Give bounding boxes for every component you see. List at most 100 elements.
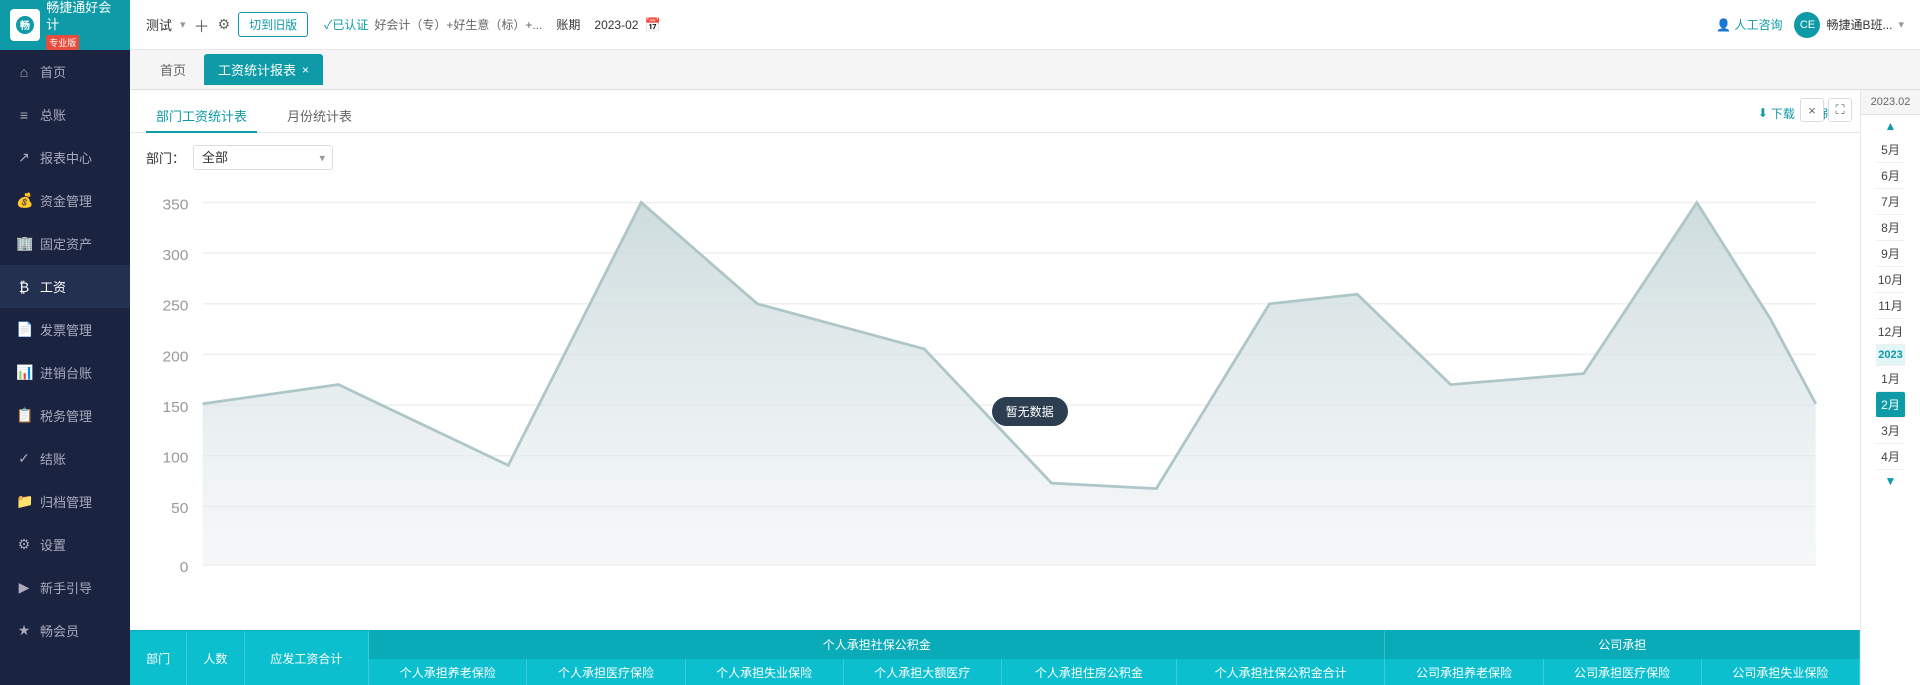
company-name: 测试 xyxy=(146,15,172,34)
sidebar-item-label-guide: 新手引导 xyxy=(40,578,92,597)
add-button[interactable]: ＋ xyxy=(194,13,210,37)
svg-text:150: 150 xyxy=(162,399,188,416)
sidebar-item-assets[interactable]: 🏢固定资产 xyxy=(0,222,130,265)
sidebar-item-guide[interactable]: ▶ 新手引导 xyxy=(0,566,130,609)
certified-badge: ✓已认证 xyxy=(324,16,368,33)
date-month-6月[interactable]: 6月 xyxy=(1876,163,1905,189)
col-personal-unemployment: 个人承担失业保险 xyxy=(685,659,843,685)
settings-icon[interactable]: ⚙ xyxy=(218,16,231,33)
calendar-icon[interactable]: 📅 xyxy=(644,17,660,33)
user-menu[interactable]: CE 畅捷通B班... ▾ xyxy=(1794,12,1904,38)
date-panel: 2023.02 ▲ 5月6月7月8月9月10月11月12月20231月2月3月4… xyxy=(1860,90,1920,685)
tab-salary-report[interactable]: 工资统计报表 × xyxy=(204,54,323,85)
svg-text:200: 200 xyxy=(162,349,188,366)
col-personal-major-medical: 个人承担大额医疗 xyxy=(843,659,1001,685)
sidebar-item-label-vip: 畅会员 xyxy=(40,621,79,640)
checkout-icon: ✓ xyxy=(16,450,32,467)
salary-icon: ₿ xyxy=(16,279,32,295)
sidebar-item-label-settings: 设置 xyxy=(40,535,66,554)
sidebar-item-archive[interactable]: 📁归档管理 xyxy=(0,480,130,523)
date-nav-down[interactable]: ▼ xyxy=(1861,470,1920,492)
date-month-8月[interactable]: 8月 xyxy=(1876,215,1905,241)
date-month-9月[interactable]: 9月 xyxy=(1876,241,1905,267)
invoice-icon: 📄 xyxy=(16,321,32,338)
reports-icon: ↗ xyxy=(16,149,32,166)
period-label: 账期 xyxy=(556,16,580,33)
sidebar-item-label-home: 首页 xyxy=(40,62,66,81)
svg-text:350: 350 xyxy=(162,197,188,214)
col-company-pension: 公司承担养老保险 xyxy=(1385,659,1543,685)
sidebar-item-label-invoice: 发票管理 xyxy=(40,320,92,339)
tabbar: 首页 工资统计报表 × xyxy=(130,50,1920,90)
date-month-11月[interactable]: 11月 xyxy=(1876,293,1905,319)
col-company-medical: 公司承担医疗保险 xyxy=(1543,659,1701,685)
dept-select[interactable]: 全部 xyxy=(193,145,333,170)
sidebar-item-reports[interactable]: ↗ 报表中心 xyxy=(0,136,130,179)
sidebar-item-home[interactable]: ⌂ 首页 xyxy=(0,50,130,93)
date-month-12月[interactable]: 12月 xyxy=(1876,319,1905,345)
svg-text:50: 50 xyxy=(171,500,188,517)
sidebar-item-label-checkout: 结账 xyxy=(40,449,66,468)
date-nav-up[interactable]: ▲ xyxy=(1861,115,1920,137)
filter-row: 部门： 全部 ▾ xyxy=(130,133,1860,182)
topbar: 测试 ▾ ＋ ⚙ 切到旧版 ✓已认证 好会计（专）+好生意（标）+... 账期 … xyxy=(130,0,1920,50)
vip-icon: ★ xyxy=(16,622,32,639)
dept-select-wrapper: 全部 ▾ xyxy=(193,145,333,170)
col-company-unemployment: 公司承担失业保险 xyxy=(1701,659,1859,685)
sidebar-item-label-reports: 报表中心 xyxy=(40,148,92,167)
subtab-monthly[interactable]: 月份统计表 xyxy=(277,100,362,133)
col-company-group: 公司承担 xyxy=(1385,631,1860,659)
sales-icon: 📊 xyxy=(16,364,32,381)
col-count: 人数 xyxy=(187,631,244,685)
date-month-2023-3月[interactable]: 3月 xyxy=(1876,418,1905,444)
sidebar-item-vip[interactable]: ★ 畅会员 xyxy=(0,609,130,652)
sidebar-item-label-archive: 归档管理 xyxy=(40,492,92,511)
date-month-2023-1月[interactable]: 1月 xyxy=(1876,366,1905,392)
expand-panel-button[interactable]: ⛶ xyxy=(1828,98,1852,122)
company-dropdown-arrow[interactable]: ▾ xyxy=(180,18,186,31)
date-month-5月[interactable]: 5月 xyxy=(1876,137,1905,163)
tab-home[interactable]: 首页 xyxy=(146,54,200,85)
sidebar-item-label-assets: 固定资产 xyxy=(40,234,92,253)
download-button[interactable]: ⬇ 下载 xyxy=(1758,105,1795,122)
sidebar-item-label-salary: 工资 xyxy=(40,277,66,296)
svg-text:畅: 畅 xyxy=(20,19,30,32)
sidebar-item-sales[interactable]: 📊进销台账 xyxy=(0,351,130,394)
sidebar-item-salary[interactable]: ₿ 工资 xyxy=(0,265,130,308)
col-personal-pension: 个人承担养老保险 xyxy=(369,659,527,685)
logo-badge: 专业版 xyxy=(46,35,79,50)
tax-icon: 📋 xyxy=(16,407,32,424)
tab-salary-report-label: 工资统计报表 xyxy=(218,60,296,79)
sidebar-item-settings[interactable]: ⚙ 设置 xyxy=(0,523,130,566)
date-month-7月[interactable]: 7月 xyxy=(1876,189,1905,215)
sidebar-item-checkout[interactable]: ✓ 结账 xyxy=(0,437,130,480)
close-panel-button[interactable]: × xyxy=(1800,98,1824,122)
app-logo: 畅 畅捷通好会计 专业版 xyxy=(0,0,130,50)
user-name: 畅捷通B班... xyxy=(1826,16,1892,33)
col-personal-medical: 个人承担医疗保险 xyxy=(527,659,685,685)
logo-title: 畅捷通好会计 xyxy=(46,0,120,33)
subtab-dept[interactable]: 部门工资统计表 xyxy=(146,100,257,133)
date-month-2023-2月[interactable]: 2月 xyxy=(1876,392,1905,418)
switch-version-button[interactable]: 切到旧版 xyxy=(238,12,308,37)
footer-table: 部门 人数 应发工资合计 个人承担社保公积金 公司承担 个人承担养老保险 个人承… xyxy=(130,630,1860,685)
svg-text:0: 0 xyxy=(180,559,189,576)
guide-icon: ▶ xyxy=(16,579,32,596)
topbar-badges: ✓已认证 好会计（专）+好生意（标）+... 账期 2023-02 📅 xyxy=(324,16,660,33)
user-dropdown-arrow: ▾ xyxy=(1898,18,1904,31)
main-content: 测试 ▾ ＋ ⚙ 切到旧版 ✓已认证 好会计（专）+好生意（标）+... 账期 … xyxy=(130,0,1920,685)
home-icon: ⌂ xyxy=(16,64,32,80)
sidebar-item-ledger[interactable]: ≡总账 xyxy=(0,93,130,136)
sidebar-item-tax[interactable]: 📋 税务管理 xyxy=(0,394,130,437)
service-button[interactable]: 👤 人工咨询 xyxy=(1716,16,1782,33)
sidebar-item-label-ledger: 总账 xyxy=(40,105,66,124)
tab-close-icon[interactable]: × xyxy=(302,63,309,77)
sidebar-item-invoice[interactable]: 📄 发票管理 xyxy=(0,308,130,351)
date-month-2023-4月[interactable]: 4月 xyxy=(1876,444,1905,470)
sidebar-item-label-tax: 税务管理 xyxy=(40,406,92,425)
date-month-10月[interactable]: 10月 xyxy=(1876,267,1905,293)
sidebar-item-funds[interactable]: 💰资金管理 xyxy=(0,179,130,222)
settings-icon: ⚙ xyxy=(16,536,32,553)
sub-tabbar: 部门工资统计表 月份统计表 ⬇ 下载 ↻ 刷新 xyxy=(130,90,1860,133)
logo-text-block: 畅捷通好会计 专业版 xyxy=(46,0,120,50)
